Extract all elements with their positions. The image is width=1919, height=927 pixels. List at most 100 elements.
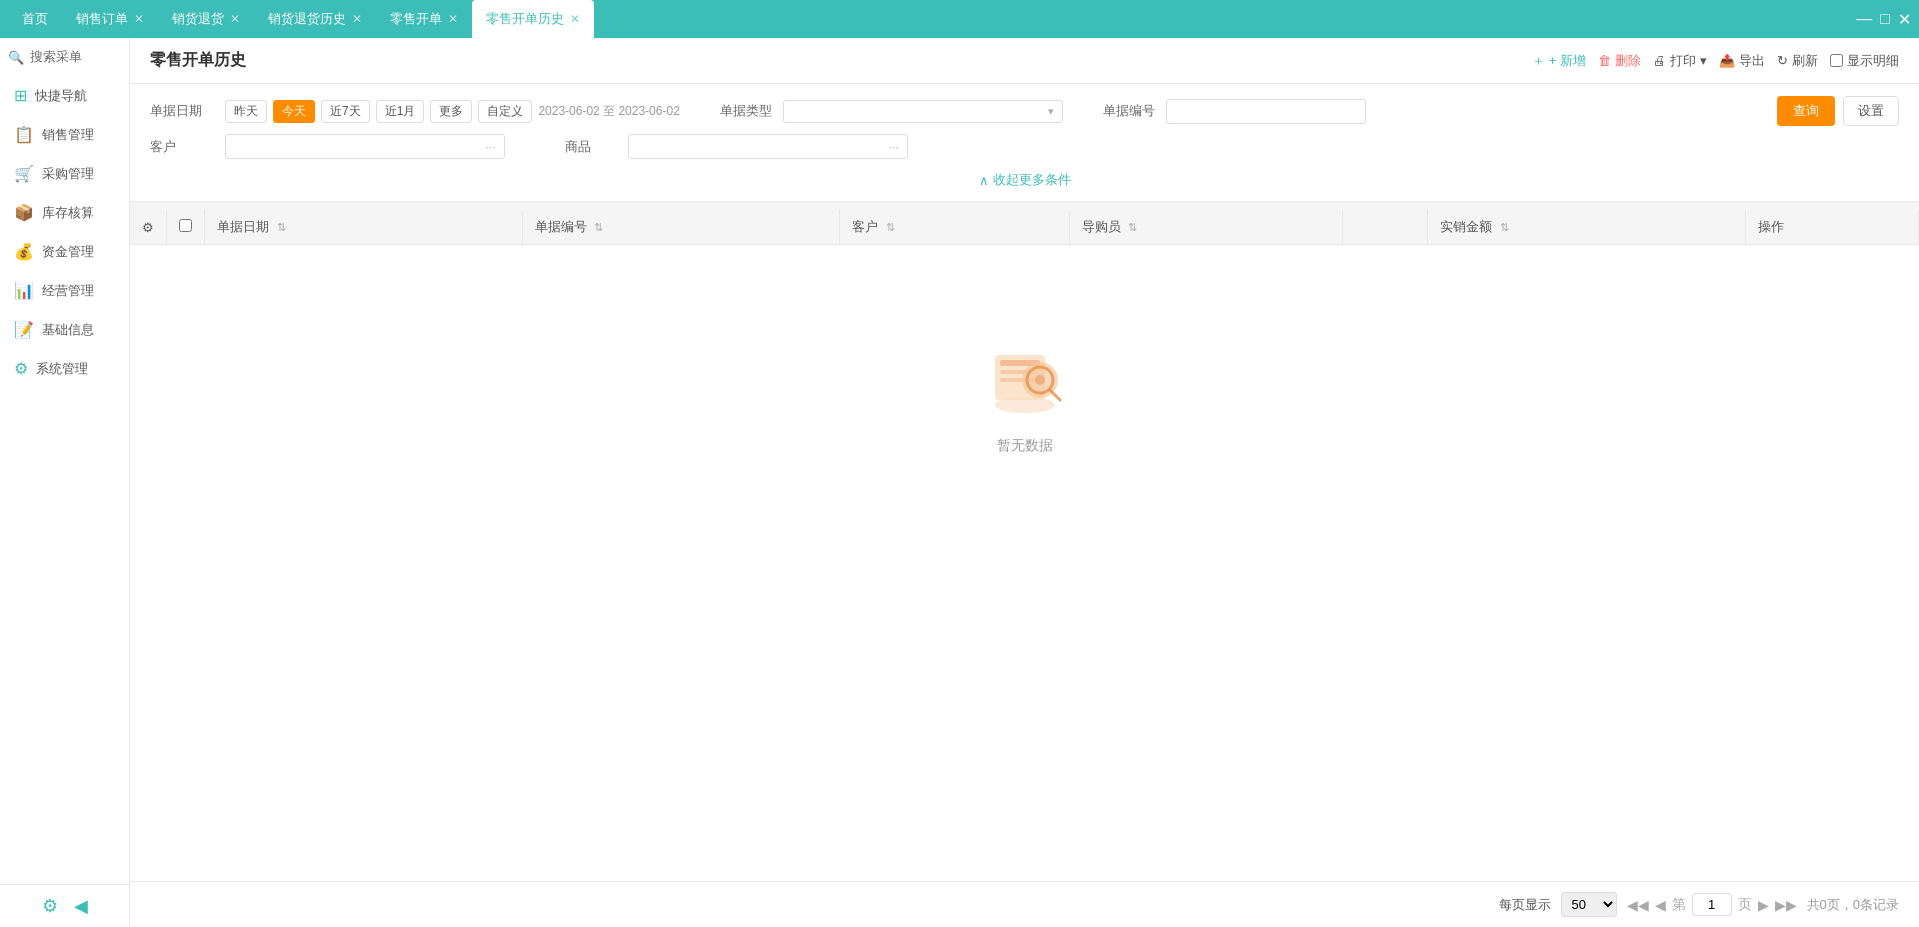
th-doc-no[interactable]: 单据编号 ⇅	[522, 210, 840, 245]
tab-sales-return-label: 销货退货	[172, 10, 224, 28]
sidebar-item-sales-mgmt[interactable]: 📋 销售管理	[0, 115, 129, 154]
nav-prev-icon[interactable]: ◀	[1655, 897, 1666, 913]
tab-sales-return-history-label: 销货退货历史	[268, 10, 346, 28]
collapse-label: 收起更多条件	[993, 171, 1071, 189]
content-area: 零售开单历史 ＋ + 新增 🗑 删除 🖨 打印 ▾ 📤 导出	[130, 38, 1919, 927]
sidebar-search-label: 搜索采单	[30, 48, 82, 66]
settings-gear-icon[interactable]: ⚙	[142, 220, 154, 235]
date-btn-yesterday[interactable]: 昨天	[225, 100, 267, 123]
date-btn-today[interactable]: 今天	[273, 100, 315, 123]
nav-first-icon[interactable]: ◀◀	[1627, 897, 1649, 913]
sidebar-item-system[interactable]: ⚙ 系统管理	[0, 349, 129, 388]
th-guide-sort-icon: ⇅	[1128, 221, 1137, 233]
th-customer-label: 客户	[852, 219, 878, 234]
th-check[interactable]	[167, 210, 205, 245]
tab-retail-open[interactable]: 零售开单 ✕	[376, 0, 472, 38]
sidebar-settings-icon[interactable]: ⚙	[42, 895, 58, 917]
th-amount[interactable]: 实销金额 ⇅	[1428, 210, 1746, 245]
tab-retail-history[interactable]: 零售开单历史 ✕	[472, 0, 594, 38]
th-setting[interactable]: ⚙	[130, 210, 167, 245]
th-customer[interactable]: 客户 ⇅	[840, 210, 1069, 245]
th-date[interactable]: 单据日期 ⇅	[205, 210, 523, 245]
doc-type-select[interactable]: ▾	[783, 100, 1063, 123]
th-guide[interactable]: 导购员 ⇅	[1069, 210, 1343, 245]
tab-sales-return-history[interactable]: 销货退货历史 ✕	[254, 0, 376, 38]
tab-sales-order-label: 销售订单	[76, 10, 128, 28]
tab-sales-return[interactable]: 销货退货 ✕	[158, 0, 254, 38]
nav-last-icon[interactable]: ▶▶	[1775, 897, 1797, 913]
add-button[interactable]: ＋ + 新增	[1532, 52, 1586, 70]
doc-num-label: 单据编号	[1103, 102, 1158, 120]
collapse-button[interactable]: ∧ 收起更多条件	[979, 171, 1071, 189]
th-amount-label: 实销金额	[1440, 219, 1492, 234]
sidebar-item-quick-nav[interactable]: ⊞ 快捷导航	[0, 76, 129, 115]
tab-retail-open-close[interactable]: ✕	[448, 12, 458, 26]
refresh-button[interactable]: ↻ 刷新	[1777, 52, 1818, 70]
date-range-display: 2023-06-02 至 2023-06-02	[538, 103, 679, 120]
tab-home[interactable]: 首页	[8, 0, 62, 38]
refresh-icon: ↻	[1777, 53, 1788, 68]
customer-input[interactable]: ···	[225, 134, 505, 159]
doc-type-filter: 单据类型 ▾	[720, 100, 1063, 123]
export-button[interactable]: 📤 导出	[1719, 52, 1765, 70]
th-guide-label: 导购员	[1082, 219, 1121, 234]
current-page-input[interactable]	[1692, 893, 1732, 916]
tab-sales-order[interactable]: 销售订单 ✕	[62, 0, 158, 38]
print-button[interactable]: 🖨 打印 ▾	[1653, 52, 1707, 70]
sidebar-collapse-icon[interactable]: ◀	[74, 895, 88, 917]
sidebar-search[interactable]: 🔍 搜索采单	[0, 38, 129, 76]
goods-dots: ···	[888, 139, 899, 154]
sidebar-item-basic-info[interactable]: 📝 基础信息	[0, 310, 129, 349]
tab-sales-return-history-close[interactable]: ✕	[352, 12, 362, 26]
date-btn-1month[interactable]: 近1月	[376, 100, 425, 123]
show-detail-checkbox[interactable]	[1830, 54, 1843, 67]
win-maximize[interactable]: □	[1880, 10, 1890, 29]
table-header-row: ⚙ 单据日期 ⇅ 单据编号 ⇅	[130, 210, 1919, 245]
doc-num-input[interactable]	[1166, 99, 1366, 124]
set-button[interactable]: 设置	[1843, 96, 1899, 126]
page-nav: ◀◀ ◀ 第 页 ▶ ▶▶	[1627, 893, 1797, 916]
sidebar-item-operations-label: 经营管理	[42, 282, 94, 300]
doc-type-arrow-icon: ▾	[1048, 105, 1054, 118]
sidebar-item-operations[interactable]: 📊 经营管理	[0, 271, 129, 310]
sidebar-item-inventory[interactable]: 📦 库存核算	[0, 193, 129, 232]
sales-mgmt-icon: 📋	[14, 125, 34, 144]
print-icon: 🖨	[1653, 53, 1666, 68]
per-page-select[interactable]: 50 10 20 100	[1561, 892, 1617, 917]
delete-label: 删除	[1615, 52, 1641, 70]
show-detail-label: 显示明细	[1847, 52, 1899, 70]
page-label-post: 页	[1738, 896, 1752, 914]
svg-line-7	[1050, 390, 1060, 400]
tab-retail-history-close[interactable]: ✕	[570, 12, 580, 26]
show-detail-toggle[interactable]: 显示明细	[1830, 52, 1899, 70]
filter-row-1: 单据日期 昨天 今天 近7天 近1月 更多 自定义 2023-06-02 至 2…	[150, 96, 1899, 126]
export-label: 导出	[1739, 52, 1765, 70]
table-header: ⚙ 单据日期 ⇅ 单据编号 ⇅	[130, 210, 1919, 245]
tab-sales-return-close[interactable]: ✕	[230, 12, 240, 26]
svg-point-8	[1035, 375, 1045, 385]
quick-nav-icon: ⊞	[14, 86, 27, 105]
sidebar-item-sales-mgmt-label: 销售管理	[42, 126, 94, 144]
th-doc-no-label: 单据编号	[535, 219, 587, 234]
tab-bar: 首页 销售订单 ✕ 销货退货 ✕ 销货退货历史 ✕ 零售开单 ✕ 零售开单历史 …	[0, 0, 1919, 38]
add-label: + 新增	[1549, 52, 1586, 70]
date-btn-more[interactable]: 更多	[430, 100, 472, 123]
sidebar-item-finance[interactable]: 💰 资金管理	[0, 232, 129, 271]
tab-sales-order-close[interactable]: ✕	[134, 12, 144, 26]
nav-next-icon[interactable]: ▶	[1758, 897, 1769, 913]
date-btn-7days[interactable]: 近7天	[321, 100, 370, 123]
sidebar: 🔍 搜索采单 ⊞ 快捷导航 📋 销售管理 🛒 采购管理 📦 库存核算 💰	[0, 38, 130, 927]
th-customer-sort-icon: ⇅	[886, 221, 895, 233]
date-btn-custom[interactable]: 自定义	[478, 100, 532, 123]
goods-input[interactable]: ···	[628, 134, 908, 159]
sidebar-item-purchase-mgmt[interactable]: 🛒 采购管理	[0, 154, 129, 193]
select-all-checkbox[interactable]	[179, 219, 192, 232]
main-layout: 🔍 搜索采单 ⊞ 快捷导航 📋 销售管理 🛒 采购管理 📦 库存核算 💰	[0, 38, 1919, 927]
customer-dots: ···	[485, 139, 496, 154]
win-close[interactable]: ✕	[1898, 10, 1911, 29]
collapse-row: ∧ 收起更多条件	[150, 167, 1899, 189]
win-minimize[interactable]: —	[1856, 10, 1872, 29]
query-button[interactable]: 查询	[1777, 96, 1835, 126]
empty-text: 暂无数据	[997, 437, 1053, 455]
delete-button[interactable]: 🗑 删除	[1598, 52, 1641, 70]
